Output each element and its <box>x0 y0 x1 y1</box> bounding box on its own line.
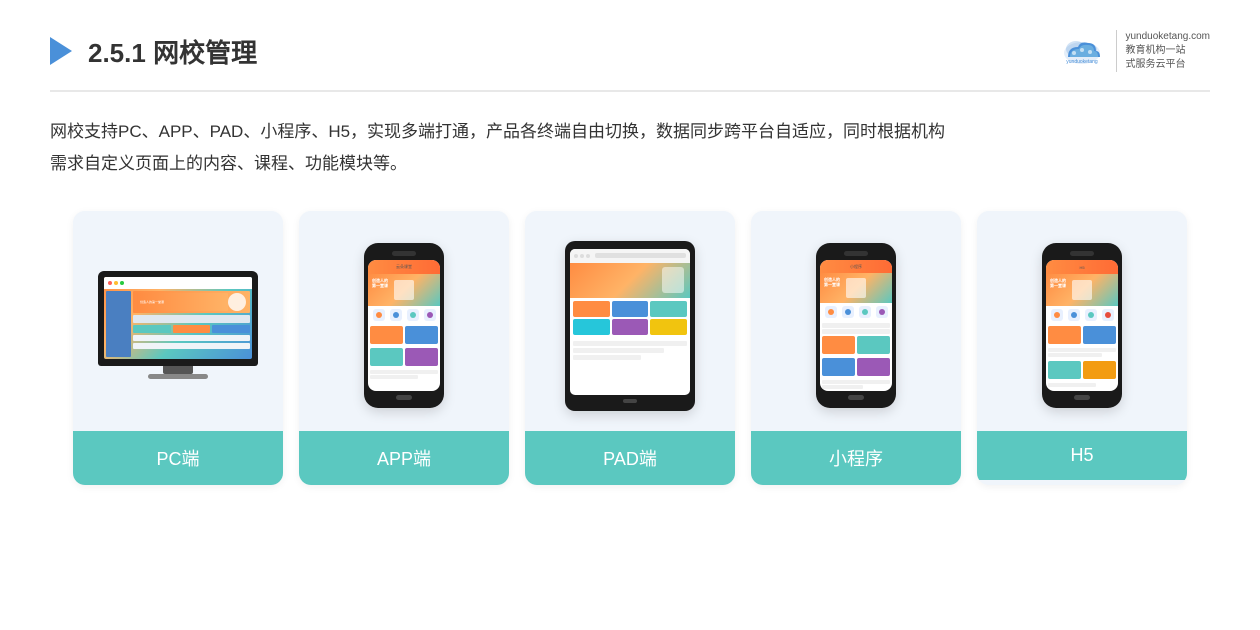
card-pad-image: 创造人的第一堂课 <box>525 211 735 431</box>
card-pad: 创造人的第一堂课 <box>525 211 735 485</box>
page-container: 2.5.1 网校管理 yunduoketang <box>0 0 1260 630</box>
miniapp-phone-icon: 小程序 创造人的第一堂课 <box>816 243 896 408</box>
cards-container: 创造人的第一堂课 <box>50 211 1210 485</box>
pad-tablet-icon: 创造人的第一堂课 <box>565 241 695 411</box>
h5-phone-icon: H5 创造人的第一堂课 <box>1042 243 1122 408</box>
